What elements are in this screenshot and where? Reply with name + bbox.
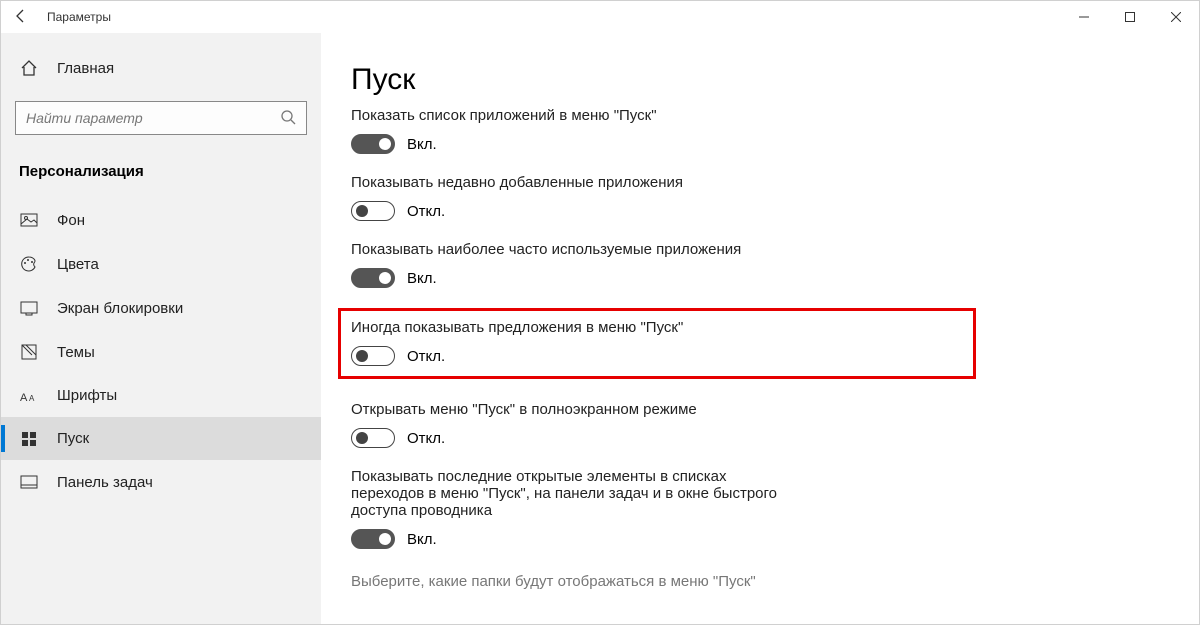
sidebar-item-taskbar[interactable]: Панель задач xyxy=(1,460,321,504)
sidebar-item-colors[interactable]: Цвета xyxy=(1,242,321,286)
home-label: Главная xyxy=(57,60,114,77)
setting-label: Показать список приложений в меню "Пуск" xyxy=(351,107,1021,124)
svg-text:A: A xyxy=(29,394,35,403)
titlebar: Параметры xyxy=(1,1,1199,33)
search-input[interactable] xyxy=(26,110,280,126)
toggle-most-used[interactable] xyxy=(351,268,395,288)
setting-app-list: Показать список приложений в меню "Пуск"… xyxy=(351,107,1021,154)
setting-label: Открывать меню "Пуск" в полноэкранном ре… xyxy=(351,401,1021,418)
search-box[interactable] xyxy=(15,101,307,135)
sidebar-item-background[interactable]: Фон xyxy=(1,198,321,242)
main-content: Пуск Показать список приложений в меню "… xyxy=(321,33,1061,624)
sidebar-item-lockscreen[interactable]: Экран блокировки xyxy=(1,286,321,330)
maximize-button[interactable] xyxy=(1107,1,1153,33)
palette-icon xyxy=(19,255,39,273)
toggle-state: Откл. xyxy=(407,203,445,220)
highlighted-setting: Иногда показывать предложения в меню "Пу… xyxy=(338,308,976,379)
lockscreen-icon xyxy=(19,299,39,317)
setting-suggestions: Иногда показывать предложения в меню "Пу… xyxy=(351,319,683,366)
toggle-fullscreen[interactable] xyxy=(351,428,395,448)
choose-folders-link[interactable]: Выберите, какие папки будут отображаться… xyxy=(351,573,756,590)
fonts-icon: AA xyxy=(19,389,39,403)
setting-fullscreen: Открывать меню "Пуск" в полноэкранном ре… xyxy=(351,401,1021,448)
sidebar-item-fonts[interactable]: AA Шрифты xyxy=(1,374,321,417)
toggle-state: Вкл. xyxy=(407,136,437,153)
toggle-app-list[interactable] xyxy=(351,134,395,154)
start-icon xyxy=(19,431,39,447)
setting-most-used: Показывать наиболее часто используемые п… xyxy=(351,241,1021,288)
sidebar-item-label: Панель задач xyxy=(57,474,153,491)
setting-recently-added: Показывать недавно добавленные приложени… xyxy=(351,174,1021,221)
themes-icon xyxy=(19,343,39,361)
setting-label: Иногда показывать предложения в меню "Пу… xyxy=(351,319,683,336)
setting-label: Показывать недавно добавленные приложени… xyxy=(351,174,1021,191)
toggle-state: Откл. xyxy=(407,430,445,447)
setting-label: Показывать наиболее часто используемые п… xyxy=(351,241,1021,258)
toggle-suggestions[interactable] xyxy=(351,346,395,366)
sidebar: Главная Персонализация Фон Цвета Экран б… xyxy=(1,33,321,624)
toggle-recently-added[interactable] xyxy=(351,201,395,221)
sidebar-item-start[interactable]: Пуск xyxy=(1,417,321,460)
sidebar-item-label: Шрифты xyxy=(57,387,117,404)
toggle-state: Вкл. xyxy=(407,270,437,287)
page-title: Пуск xyxy=(351,63,1021,97)
toggle-state: Вкл. xyxy=(407,531,437,548)
sidebar-item-label: Темы xyxy=(57,344,95,361)
close-button[interactable] xyxy=(1153,1,1199,33)
svg-text:A: A xyxy=(20,392,28,403)
setting-jumplist: Показывать последние открытые элементы в… xyxy=(351,468,1021,549)
window-title: Параметры xyxy=(47,10,111,24)
toggle-jumplist[interactable] xyxy=(351,529,395,549)
toggle-state: Откл. xyxy=(407,348,445,365)
back-arrow-icon[interactable] xyxy=(13,8,29,27)
window-controls xyxy=(1061,1,1199,33)
sidebar-item-label: Фон xyxy=(57,212,85,229)
home-icon xyxy=(19,59,39,77)
sidebar-item-themes[interactable]: Темы xyxy=(1,330,321,374)
sidebar-item-label: Экран блокировки xyxy=(57,300,183,317)
minimize-button[interactable] xyxy=(1061,1,1107,33)
sidebar-item-label: Пуск xyxy=(57,430,89,447)
setting-label: Показывать последние открытые элементы в… xyxy=(351,468,791,519)
category-header: Персонализация xyxy=(1,157,321,198)
picture-icon xyxy=(19,211,39,229)
sidebar-item-label: Цвета xyxy=(57,256,99,273)
search-icon xyxy=(280,109,296,128)
taskbar-icon xyxy=(19,473,39,491)
home-button[interactable]: Главная xyxy=(1,51,321,85)
